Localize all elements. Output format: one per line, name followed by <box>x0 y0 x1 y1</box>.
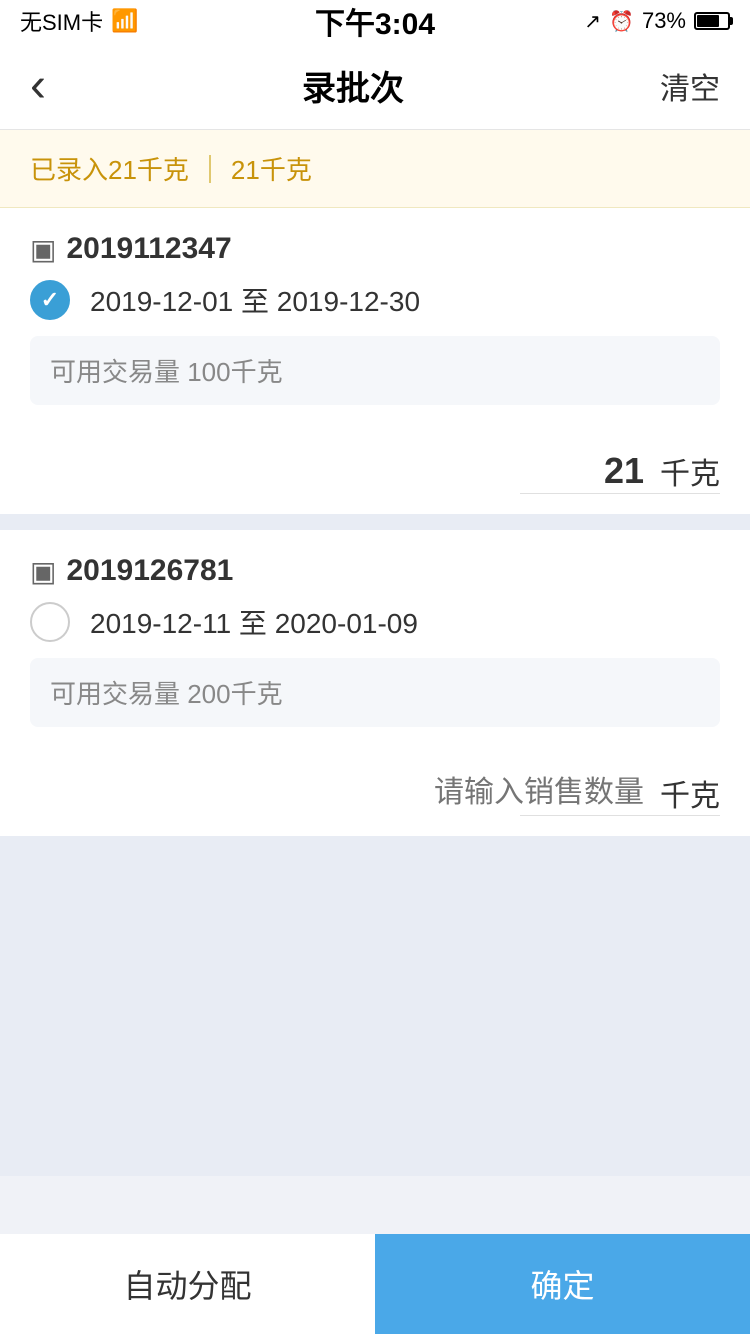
status-right: ↗ ⏰ 73% <box>584 8 730 34</box>
batch-2-radio[interactable] <box>30 602 70 642</box>
page-title: 录批次 <box>302 61 404 110</box>
battery-text: 73% <box>642 8 686 34</box>
batch-1-amount-wrapper: 21 千克 <box>520 449 720 494</box>
recorded-amount: 已录入21千克 <box>30 150 189 187</box>
batch-card-1: ▣ 2019112347 2019-12-01 至 2019-12-30 可用交… <box>0 208 750 429</box>
batch-2-quantity: 可用交易量 200千克 <box>50 679 283 709</box>
bottom-bar: 自动分配 确定 <box>0 1234 750 1334</box>
batch-1-date: 2019-12-01 至 2019-12-30 <box>90 280 420 320</box>
batch-2-quantity-input[interactable] <box>344 776 644 810</box>
batch-2-input-unit: 千克 <box>660 771 720 815</box>
status-time: 下午3:04 <box>315 0 435 43</box>
info-divider <box>209 155 211 183</box>
batch-2-header: ▣ 2019126781 <box>30 554 720 588</box>
blue-filler <box>0 836 750 1176</box>
sim-text: 无SIM卡 <box>20 5 103 37</box>
info-banner: 已录入21千克 21千克 <box>0 130 750 208</box>
battery-indicator <box>694 12 730 30</box>
batch-2-date-row: 2019-12-11 至 2020-01-09 <box>30 602 720 642</box>
batch-2-date: 2019-12-11 至 2020-01-09 <box>90 602 418 642</box>
status-left: 无SIM卡 📶 <box>20 5 139 37</box>
batch-2-underline <box>520 815 720 816</box>
alarm-icon: ⏰ <box>609 9 634 34</box>
batch-1-amount-unit: 千克 <box>660 449 720 493</box>
confirm-button[interactable]: 确定 <box>375 1234 750 1334</box>
batch-1-date-row: 2019-12-01 至 2019-12-30 <box>30 280 720 320</box>
batch-1-header: ▣ 2019112347 <box>30 232 720 266</box>
batch-1-icon: ▣ <box>30 233 56 266</box>
section-separator-1 <box>0 514 750 530</box>
batch-2-input-wrapper: 千克 <box>344 771 720 816</box>
status-bar: 无SIM卡 📶 下午3:04 ↗ ⏰ 73% <box>0 0 750 42</box>
nav-bar: ‹ 录批次 清空 <box>0 42 750 130</box>
back-button[interactable]: ‹ <box>30 58 46 113</box>
batch-1-id: 2019112347 <box>66 232 231 266</box>
wifi-icon: 📶 <box>111 8 138 34</box>
batch-1-amount-value: 21 <box>604 450 644 492</box>
batch-2-icon: ▣ <box>30 555 56 588</box>
location-icon: ↗ <box>584 9 601 34</box>
auto-distribute-button[interactable]: 自动分配 <box>0 1234 375 1334</box>
batch-1-amount-row: 21 千克 <box>0 429 750 514</box>
batch-1-divider <box>520 493 720 494</box>
batch-1-quantity-box: 可用交易量 100千克 <box>30 336 720 405</box>
total-amount: 21千克 <box>231 150 312 187</box>
batch-2-id: 2019126781 <box>66 554 233 588</box>
clear-button[interactable]: 清空 <box>660 64 720 108</box>
batch-2-quantity-box: 可用交易量 200千克 <box>30 658 720 727</box>
batch-1-quantity: 可用交易量 100千克 <box>50 357 283 387</box>
batch-2-input-row: 千克 <box>0 751 750 836</box>
batch-1-radio[interactable] <box>30 280 70 320</box>
batch-card-2: ▣ 2019126781 2019-12-11 至 2020-01-09 可用交… <box>0 530 750 751</box>
